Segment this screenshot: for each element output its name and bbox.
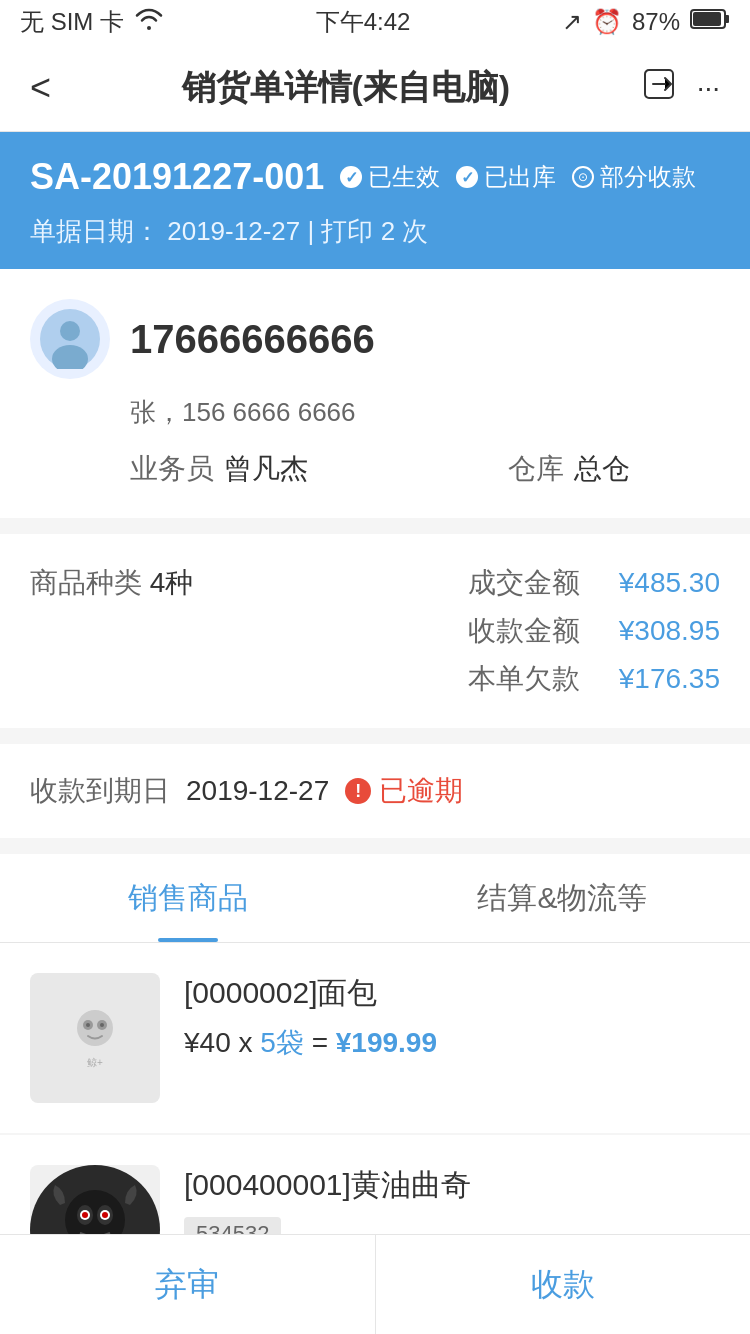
customer-sub-name: 张，156 6666 6666 bbox=[30, 395, 720, 430]
order-id: SA-20191227-001 bbox=[30, 156, 324, 198]
customer-section: 17666666666 张，156 6666 6666 业务员 曾凡杰 仓库 总… bbox=[0, 269, 750, 518]
amount-summary: 成交金额 ¥485.30 收款金额 ¥308.95 本单欠款 ¥176.35 bbox=[460, 564, 720, 698]
svg-text:鲸+: 鲸+ bbox=[87, 1057, 103, 1068]
tabs-row: 销售商品 结算&物流等 bbox=[0, 854, 750, 942]
badge-shipped: ✓ 已出库 bbox=[456, 161, 556, 193]
overdue-icon: ! bbox=[345, 778, 371, 804]
sales-value: 曾凡杰 bbox=[224, 450, 308, 488]
tab-sales-goods[interactable]: 销售商品 bbox=[0, 854, 375, 942]
debt-amount-row: 本单欠款 ¥176.35 bbox=[460, 660, 720, 698]
location-icon: ↗ bbox=[562, 8, 582, 36]
order-badges: ✓ 已生效 ✓ 已出库 ⊙ 部分收款 bbox=[340, 161, 696, 193]
due-date-value: 2019-12-27 bbox=[186, 775, 329, 807]
svg-point-11 bbox=[100, 1023, 104, 1027]
overdue-text: 已逾期 bbox=[379, 772, 463, 810]
svg-rect-2 bbox=[693, 12, 721, 26]
due-date-section: 收款到期日 2019-12-27 ! 已逾期 bbox=[0, 744, 750, 838]
confirm-button[interactable]: 收款 bbox=[376, 1235, 751, 1334]
overdue-badge: ! 已逾期 bbox=[345, 772, 463, 810]
badge-active: ✓ 已生效 bbox=[340, 161, 440, 193]
product-name-1: [0000002]面包 bbox=[184, 973, 720, 1014]
summary-section: 商品种类 4种 成交金额 ¥485.30 收款金额 ¥308.95 本单欠款 ¥… bbox=[0, 534, 750, 728]
product-item-1: 鲸+ [0000002]面包 ¥40 x 5袋 = ¥199.99 bbox=[0, 943, 750, 1133]
wifi-icon bbox=[134, 8, 164, 36]
order-date-row: 单据日期： 2019-12-27 | 打印 2 次 bbox=[30, 214, 720, 249]
alarm-icon: ⏰ bbox=[592, 8, 622, 36]
svg-point-19 bbox=[82, 1212, 88, 1218]
nav-bar: < 销货单详情(来自电脑) ··· bbox=[0, 44, 750, 132]
badge-partial: ⊙ 部分收款 bbox=[572, 161, 696, 193]
status-left: 无 SIM 卡 bbox=[20, 6, 164, 38]
page-title: 销货单详情(来自电脑) bbox=[182, 65, 511, 111]
order-header: SA-20191227-001 ✓ 已生效 ✓ 已出库 ⊙ 部分收款 单据日期：… bbox=[0, 132, 750, 269]
status-bar: 无 SIM 卡 下午4:42 ↗ ⏰ 87% bbox=[0, 0, 750, 44]
goods-type: 商品种类 4种 bbox=[30, 564, 193, 602]
battery-icon bbox=[690, 8, 730, 36]
nav-actions: ··· bbox=[641, 66, 720, 109]
customer-info-row: 业务员 曾凡杰 仓库 总仓 bbox=[30, 450, 720, 488]
tab-settlement[interactable]: 结算&物流等 bbox=[375, 854, 750, 942]
customer-row: 17666666666 bbox=[30, 299, 720, 379]
svg-point-7 bbox=[77, 1010, 113, 1046]
tabs-section: 销售商品 结算&物流等 bbox=[0, 854, 750, 943]
svg-point-20 bbox=[102, 1212, 108, 1218]
warehouse-value: 总仓 bbox=[574, 450, 630, 488]
share-button[interactable] bbox=[641, 66, 677, 109]
customer-id: 17666666666 bbox=[130, 317, 375, 362]
collection-amount-row: 收款金额 ¥308.95 bbox=[460, 612, 720, 650]
status-right: ↗ ⏰ 87% bbox=[562, 8, 730, 36]
cancel-button[interactable]: 弃审 bbox=[0, 1235, 376, 1334]
battery-text: 87% bbox=[632, 8, 680, 36]
bottom-bar: 弃审 收款 bbox=[0, 1234, 750, 1334]
avatar bbox=[30, 299, 110, 379]
trading-amount-row: 成交金额 ¥485.30 bbox=[460, 564, 720, 602]
svg-point-10 bbox=[86, 1023, 90, 1027]
carrier-text: 无 SIM 卡 bbox=[20, 6, 124, 38]
due-date-label: 收款到期日 bbox=[30, 772, 170, 810]
svg-point-5 bbox=[60, 321, 80, 341]
back-button[interactable]: < bbox=[30, 67, 51, 109]
product-name-2: [000400001]黄油曲奇 bbox=[184, 1165, 720, 1206]
product-info-1: [0000002]面包 ¥40 x 5袋 = ¥199.99 bbox=[184, 973, 720, 1062]
svg-rect-1 bbox=[725, 15, 729, 23]
product-price-1: ¥40 x 5袋 = ¥199.99 bbox=[184, 1024, 720, 1062]
sales-label: 业务员 bbox=[130, 450, 214, 488]
product-image-1: 鲸+ bbox=[30, 973, 160, 1103]
warehouse-label: 仓库 bbox=[508, 450, 564, 488]
more-button[interactable]: ··· bbox=[697, 72, 720, 104]
time-display: 下午4:42 bbox=[316, 6, 411, 38]
